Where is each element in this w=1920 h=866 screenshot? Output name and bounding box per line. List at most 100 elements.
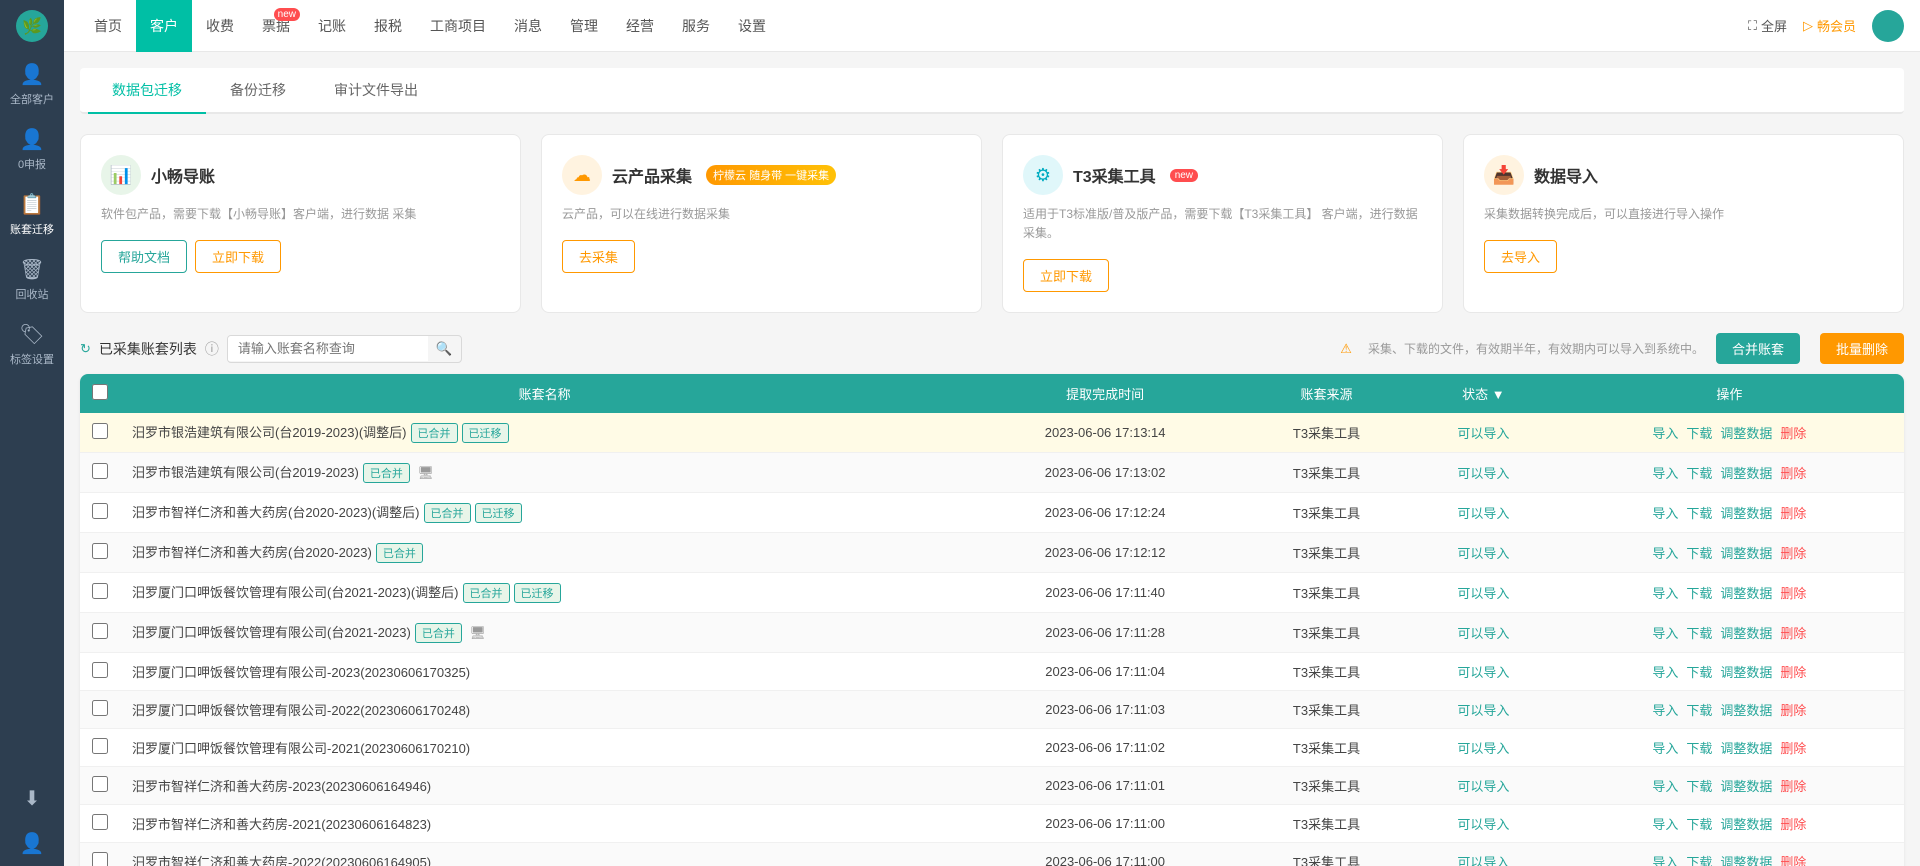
action-下载[interactable]: 下载 [1686,626,1712,641]
action-导入[interactable]: 导入 [1652,466,1678,481]
tab-audit-export[interactable]: 审计文件导出 [310,68,442,114]
row-checkbox[interactable] [92,503,108,519]
sidebar-item-user[interactable]: 👤 [0,821,64,866]
nav-message[interactable]: 消息 [500,0,556,52]
fullscreen-button[interactable]: ⛶ 全屏 [1748,16,1787,35]
help-doc-button[interactable]: 帮助文档 [101,240,187,273]
action-删除[interactable]: 删除 [1780,779,1806,794]
search-input[interactable] [228,336,428,361]
action-下载[interactable]: 下载 [1686,703,1712,718]
row-checkbox[interactable] [92,623,108,639]
action-调整数据[interactable]: 调整数据 [1720,703,1772,718]
action-下载[interactable]: 下载 [1686,855,1712,866]
row-source-cell: T3采集工具 [1241,613,1412,653]
row-checkbox[interactable] [92,662,108,678]
t3-download-button[interactable]: 立即下载 [1023,259,1109,292]
action-删除[interactable]: 删除 [1780,506,1806,521]
nav-fee[interactable]: 收费 [192,0,248,52]
nav-manage[interactable]: 管理 [556,0,612,52]
action-调整数据[interactable]: 调整数据 [1720,817,1772,832]
action-导入[interactable]: 导入 [1652,855,1678,866]
nav-invoice[interactable]: 票据 new [248,0,304,52]
nav-settings[interactable]: 设置 [724,0,780,52]
sidebar-item-all-clients[interactable]: 👤 全部客户 [0,52,64,117]
nav-service[interactable]: 服务 [668,0,724,52]
row-tag: 已迁移 [462,423,509,443]
action-删除[interactable]: 删除 [1780,703,1806,718]
action-导入[interactable]: 导入 [1652,426,1678,441]
sidebar-item-download[interactable]: ⬇ [0,776,64,821]
action-下载[interactable]: 下载 [1686,779,1712,794]
merge-accounts-button[interactable]: 合并账套 [1716,333,1800,364]
action-下载[interactable]: 下载 [1686,546,1712,561]
app-logo[interactable]: 🌿 [0,0,64,52]
action-删除[interactable]: 删除 [1780,626,1806,641]
action-调整数据[interactable]: 调整数据 [1720,855,1772,866]
action-删除[interactable]: 删除 [1780,426,1806,441]
action-调整数据[interactable]: 调整数据 [1720,665,1772,680]
action-调整数据[interactable]: 调整数据 [1720,626,1772,641]
batch-delete-button[interactable]: 批量删除 [1820,333,1904,364]
action-下载[interactable]: 下载 [1686,741,1712,756]
go-collect-button[interactable]: 去采集 [562,240,635,273]
nav-tax[interactable]: 报税 [360,0,416,52]
action-调整数据[interactable]: 调整数据 [1720,779,1772,794]
action-调整数据[interactable]: 调整数据 [1720,506,1772,521]
go-import-button[interactable]: 去导入 [1484,240,1557,273]
action-调整数据[interactable]: 调整数据 [1720,546,1772,561]
tab-data-migrate[interactable]: 数据包迁移 [88,68,206,114]
nav-account[interactable]: 记账 [304,0,360,52]
action-下载[interactable]: 下载 [1686,506,1712,521]
download-now-button[interactable]: 立即下载 [195,240,281,273]
action-删除[interactable]: 删除 [1780,855,1806,866]
tab-backup-migrate[interactable]: 备份迁移 [206,68,310,114]
action-导入[interactable]: 导入 [1652,817,1678,832]
action-下载[interactable]: 下载 [1686,817,1712,832]
action-导入[interactable]: 导入 [1652,506,1678,521]
row-checkbox[interactable] [92,852,108,866]
sidebar-item-label-settings[interactable]: 🏷 标签设置 [0,312,64,377]
action-删除[interactable]: 删除 [1780,546,1806,561]
action-导入[interactable]: 导入 [1652,626,1678,641]
action-导入[interactable]: 导入 [1652,586,1678,601]
row-checkbox[interactable] [92,423,108,439]
nav-home[interactable]: 首页 [80,0,136,52]
nav-business[interactable]: 工商项目 [416,0,500,52]
sidebar-item-zero-declare[interactable]: 👤 0申报 [0,117,64,182]
action-调整数据[interactable]: 调整数据 [1720,426,1772,441]
avatar[interactable] [1872,10,1904,42]
nav-client[interactable]: 客户 [136,0,192,52]
row-checkbox[interactable] [92,700,108,716]
row-checkbox[interactable] [92,738,108,754]
row-checkbox[interactable] [92,814,108,830]
row-checkbox[interactable] [92,776,108,792]
action-删除[interactable]: 删除 [1780,466,1806,481]
refresh-icon[interactable]: ↻ [80,341,91,357]
action-下载[interactable]: 下载 [1686,586,1712,601]
action-删除[interactable]: 删除 [1780,817,1806,832]
action-删除[interactable]: 删除 [1780,665,1806,680]
action-调整数据[interactable]: 调整数据 [1720,741,1772,756]
action-导入[interactable]: 导入 [1652,741,1678,756]
select-all-checkbox[interactable] [92,384,108,400]
row-checkbox[interactable] [92,463,108,479]
action-导入[interactable]: 导入 [1652,665,1678,680]
row-tag: 已迁移 [514,583,561,603]
row-checkbox[interactable] [92,583,108,599]
action-调整数据[interactable]: 调整数据 [1720,586,1772,601]
action-下载[interactable]: 下载 [1686,426,1712,441]
action-导入[interactable]: 导入 [1652,703,1678,718]
row-checkbox[interactable] [92,543,108,559]
action-删除[interactable]: 删除 [1780,741,1806,756]
action-调整数据[interactable]: 调整数据 [1720,466,1772,481]
action-导入[interactable]: 导入 [1652,779,1678,794]
action-下载[interactable]: 下载 [1686,466,1712,481]
sidebar-item-account-migrate[interactable]: 📋 账套迁移 [0,182,64,247]
vip-button[interactable]: ▷ 畅会员 [1803,16,1856,35]
action-下载[interactable]: 下载 [1686,665,1712,680]
action-导入[interactable]: 导入 [1652,546,1678,561]
search-button[interactable]: 🔍 [428,336,461,362]
nav-operation[interactable]: 经营 [612,0,668,52]
action-删除[interactable]: 删除 [1780,586,1806,601]
sidebar-item-recycle[interactable]: 🗑 回收站 [0,247,64,312]
